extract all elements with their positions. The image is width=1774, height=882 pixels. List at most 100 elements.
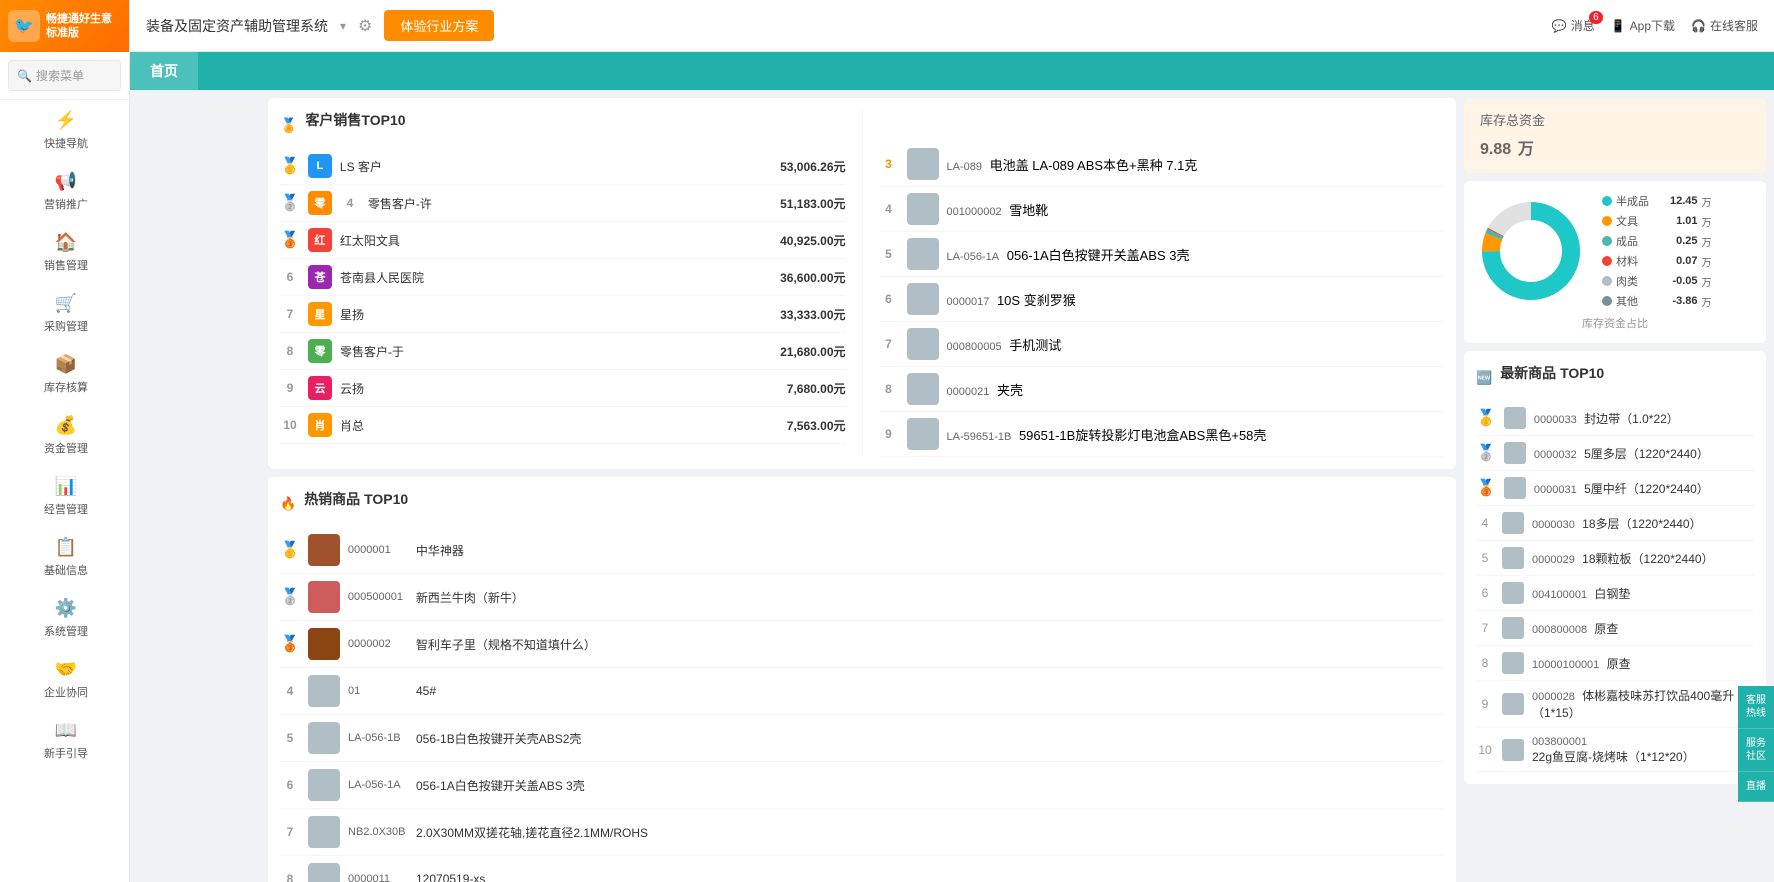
medal-icon-3: 🥉 bbox=[280, 230, 300, 250]
customer-rank-list: 🥇 L LS 客户 53,006.26元 🥈 零 4 零售客户-许 51,18 bbox=[280, 148, 846, 444]
latest-info-10: 003800001 22g鱼豆腐-烧烤味（1*12*20） bbox=[1532, 734, 1754, 765]
product-thumb-8 bbox=[907, 373, 939, 405]
legend-item-3: 成品 0.25 万 bbox=[1602, 233, 1712, 249]
rank-item: 8 零 零售客户-于 21,680.00元 bbox=[280, 333, 846, 370]
hot-product-item: 7 NB2.0X30B 2.0X30MM双搓花轴,搓花直径2.1MM/ROHS bbox=[280, 809, 1444, 856]
product-thumb-6 bbox=[907, 283, 939, 315]
online-service-button[interactable]: 🎧 在线客服 bbox=[1691, 17, 1758, 34]
hot-product-thumb-8 bbox=[308, 863, 340, 882]
rank-num-p6: 6 bbox=[879, 292, 899, 306]
search-menu-button[interactable]: 🔍 搜索菜单 bbox=[8, 60, 121, 91]
sidebar-item-inventory[interactable]: 📦 库存核算 bbox=[0, 344, 129, 405]
float-live-btn[interactable]: 直播 bbox=[1738, 772, 1774, 802]
inventory-amount: 9.88 万 bbox=[1480, 133, 1750, 161]
tab-home[interactable]: 首页 bbox=[130, 52, 198, 90]
customer-avatar-5: 星 bbox=[308, 302, 332, 326]
latest-products-title: 最新商品 TOP10 bbox=[1500, 363, 1604, 383]
legend-dot-1 bbox=[1602, 196, 1612, 206]
logo-text: 畅捷通好生意 标准版 bbox=[46, 12, 112, 41]
latest-item: 9 0000028 体彬嘉枝味苏打饮品400毫升（1*15） bbox=[1476, 681, 1754, 728]
latest-info-4: 0000030 18多层（1220*2440） bbox=[1532, 515, 1754, 532]
sidebar-item-finance[interactable]: 💰 资金管理 bbox=[0, 405, 129, 466]
customer-avatar-8: 肖 bbox=[308, 413, 332, 437]
product-info-3: LA-089 电池盖 LA-089 ABS本色+黑种 7.1克 bbox=[947, 155, 1445, 174]
float-service-btn[interactable]: 客服热线 bbox=[1738, 686, 1774, 729]
sidebar-item-sales[interactable]: 🏠 销售管理 bbox=[0, 222, 129, 283]
legend-dot-6 bbox=[1602, 296, 1612, 306]
hot-medal-3: 🥉 bbox=[280, 634, 300, 654]
inventory-card: 库存总资金 9.88 万 bbox=[1464, 98, 1766, 173]
purchase-icon: 🛒 bbox=[55, 293, 77, 314]
donut-container: 半成品 12.45 万 文具 1.01 万 成品 bbox=[1476, 193, 1754, 309]
latest-thumb-3 bbox=[1504, 477, 1526, 499]
trial-button[interactable]: 体验行业方案 bbox=[384, 10, 494, 41]
product-thumb-3 bbox=[907, 148, 939, 180]
search-icon: 🔍 bbox=[17, 69, 32, 83]
customer-avatar-3: 红 bbox=[308, 228, 332, 252]
content-area: 🏅 客户销售TOP10 🥇 L LS 客户 53,006.26元 bbox=[130, 90, 1774, 882]
rank-item: 🥉 红 红太阳文具 40,925.00元 bbox=[280, 222, 846, 259]
product-info-5: LA-056-1A 056-1A白色按键开关盖ABS 3壳 bbox=[947, 245, 1445, 264]
float-community-btn[interactable]: 服务社区 bbox=[1738, 729, 1774, 772]
topbar-right: 💬 消息 6 📱 App下载 🎧 在线客服 bbox=[1552, 17, 1758, 34]
rank-item: 9 云 云扬 7,680.00元 bbox=[280, 370, 846, 407]
system-title: 装备及固定资产辅助管理系统 bbox=[146, 16, 328, 36]
inventory-title: 库存总资金 bbox=[1480, 110, 1750, 129]
product-thumb-7 bbox=[907, 328, 939, 360]
inventory-subtitle: 库存资金占比 bbox=[1476, 315, 1754, 331]
latest-item: 🥉 0000031 5厘中纤（1220*2440） bbox=[1476, 471, 1754, 506]
sidebar-item-basic[interactable]: 📋 基础信息 bbox=[0, 527, 129, 588]
messages-button[interactable]: 💬 消息 6 bbox=[1552, 17, 1595, 34]
latest-thumb-10 bbox=[1502, 739, 1524, 761]
nav-tabs: 首页 bbox=[130, 52, 1774, 90]
hot-product-thumb-5 bbox=[308, 722, 340, 754]
latest-thumb-4 bbox=[1502, 512, 1524, 534]
hot-product-thumb-6 bbox=[308, 769, 340, 801]
rank-num-8: 10 bbox=[280, 418, 300, 432]
sidebar-menu: ⚡ 快捷导航 📢 营销推广 🏠 销售管理 🛒 采购管理 📦 库存核算 💰 资金管… bbox=[0, 100, 129, 882]
customer-amount-8: 7,563.00元 bbox=[787, 417, 846, 434]
sidebar-item-operations[interactable]: 📊 经营管理 bbox=[0, 466, 129, 527]
sidebar-item-enterprise[interactable]: 🤝 企业协同 bbox=[0, 649, 129, 710]
app-download-button[interactable]: 📱 App下载 bbox=[1611, 17, 1675, 34]
rank-item: 9 LA-59651-1B 59651-1B旋转投影灯电池盒ABS黑色+58壳 bbox=[879, 412, 1445, 457]
rank-num-p9: 9 bbox=[879, 427, 899, 441]
customer-amount-1: 53,006.26元 bbox=[780, 158, 845, 175]
latest-info-3: 0000031 5厘中纤（1220*2440） bbox=[1534, 480, 1754, 497]
latest-info-1: 0000033 封边带（1.0*22） bbox=[1534, 410, 1754, 427]
legend-dot-3 bbox=[1602, 236, 1612, 246]
medal-icon-1: 🥇 bbox=[280, 156, 300, 176]
donut-chart-card: 半成品 12.45 万 文具 1.01 万 成品 bbox=[1464, 181, 1766, 343]
sidebar-item-guide[interactable]: 📖 新手引导 bbox=[0, 710, 129, 771]
float-service-btns: 客服热线 服务社区 直播 bbox=[1738, 686, 1774, 802]
hot-products-title: 热销商品 TOP10 bbox=[304, 489, 408, 509]
rank-item: 8 0000021 夹壳 bbox=[879, 367, 1445, 412]
dropdown-arrow-icon[interactable]: ▾ bbox=[340, 19, 346, 33]
system-icon: ⚙️ bbox=[55, 598, 77, 619]
rank-num-p3: 3 bbox=[879, 157, 899, 171]
hot-product-img-3 bbox=[308, 628, 340, 660]
legend-dot-2 bbox=[1602, 216, 1612, 226]
sidebar-item-system[interactable]: ⚙️ 系统管理 bbox=[0, 588, 129, 649]
customer-amount-4: 36,600.00元 bbox=[780, 269, 845, 286]
product-info-4: 001000002 雪地靴 bbox=[947, 200, 1445, 219]
logo-icon: 🐦 bbox=[8, 10, 40, 42]
rank-item: 7 000800005 手机测试 bbox=[879, 322, 1445, 367]
product-thumb-9 bbox=[907, 418, 939, 450]
inventory-icon: 📦 bbox=[55, 354, 77, 375]
rank-item: 3 LA-089 电池盖 LA-089 ABS本色+黑种 7.1克 bbox=[879, 142, 1445, 187]
sidebar-item-purchase[interactable]: 🛒 采购管理 bbox=[0, 283, 129, 344]
sidebar-item-quick[interactable]: ⚡ 快捷导航 bbox=[0, 100, 129, 161]
sidebar-item-marketing[interactable]: 📢 营销推广 bbox=[0, 161, 129, 222]
latest-info-8: 10000100001 原查 bbox=[1532, 655, 1754, 672]
rank-item: 7 星 星扬 33,333.00元 bbox=[280, 296, 846, 333]
legend-item-2: 文具 1.01 万 bbox=[1602, 213, 1712, 229]
customer-name-3: 红太阳文具 bbox=[340, 232, 772, 249]
latest-info-6: 004100001 白钢垫 bbox=[1532, 585, 1754, 602]
settings-icon[interactable]: ⚙ bbox=[358, 16, 372, 36]
hot-product-item: 🥇 0000001 中华神器 bbox=[280, 527, 1444, 574]
latest-medal-1: 🥇 bbox=[1476, 408, 1496, 428]
customer-name-8: 肖总 bbox=[340, 417, 779, 434]
latest-thumb-5 bbox=[1502, 547, 1524, 569]
panel-right: 库存总资金 9.88 万 bbox=[1464, 90, 1774, 882]
